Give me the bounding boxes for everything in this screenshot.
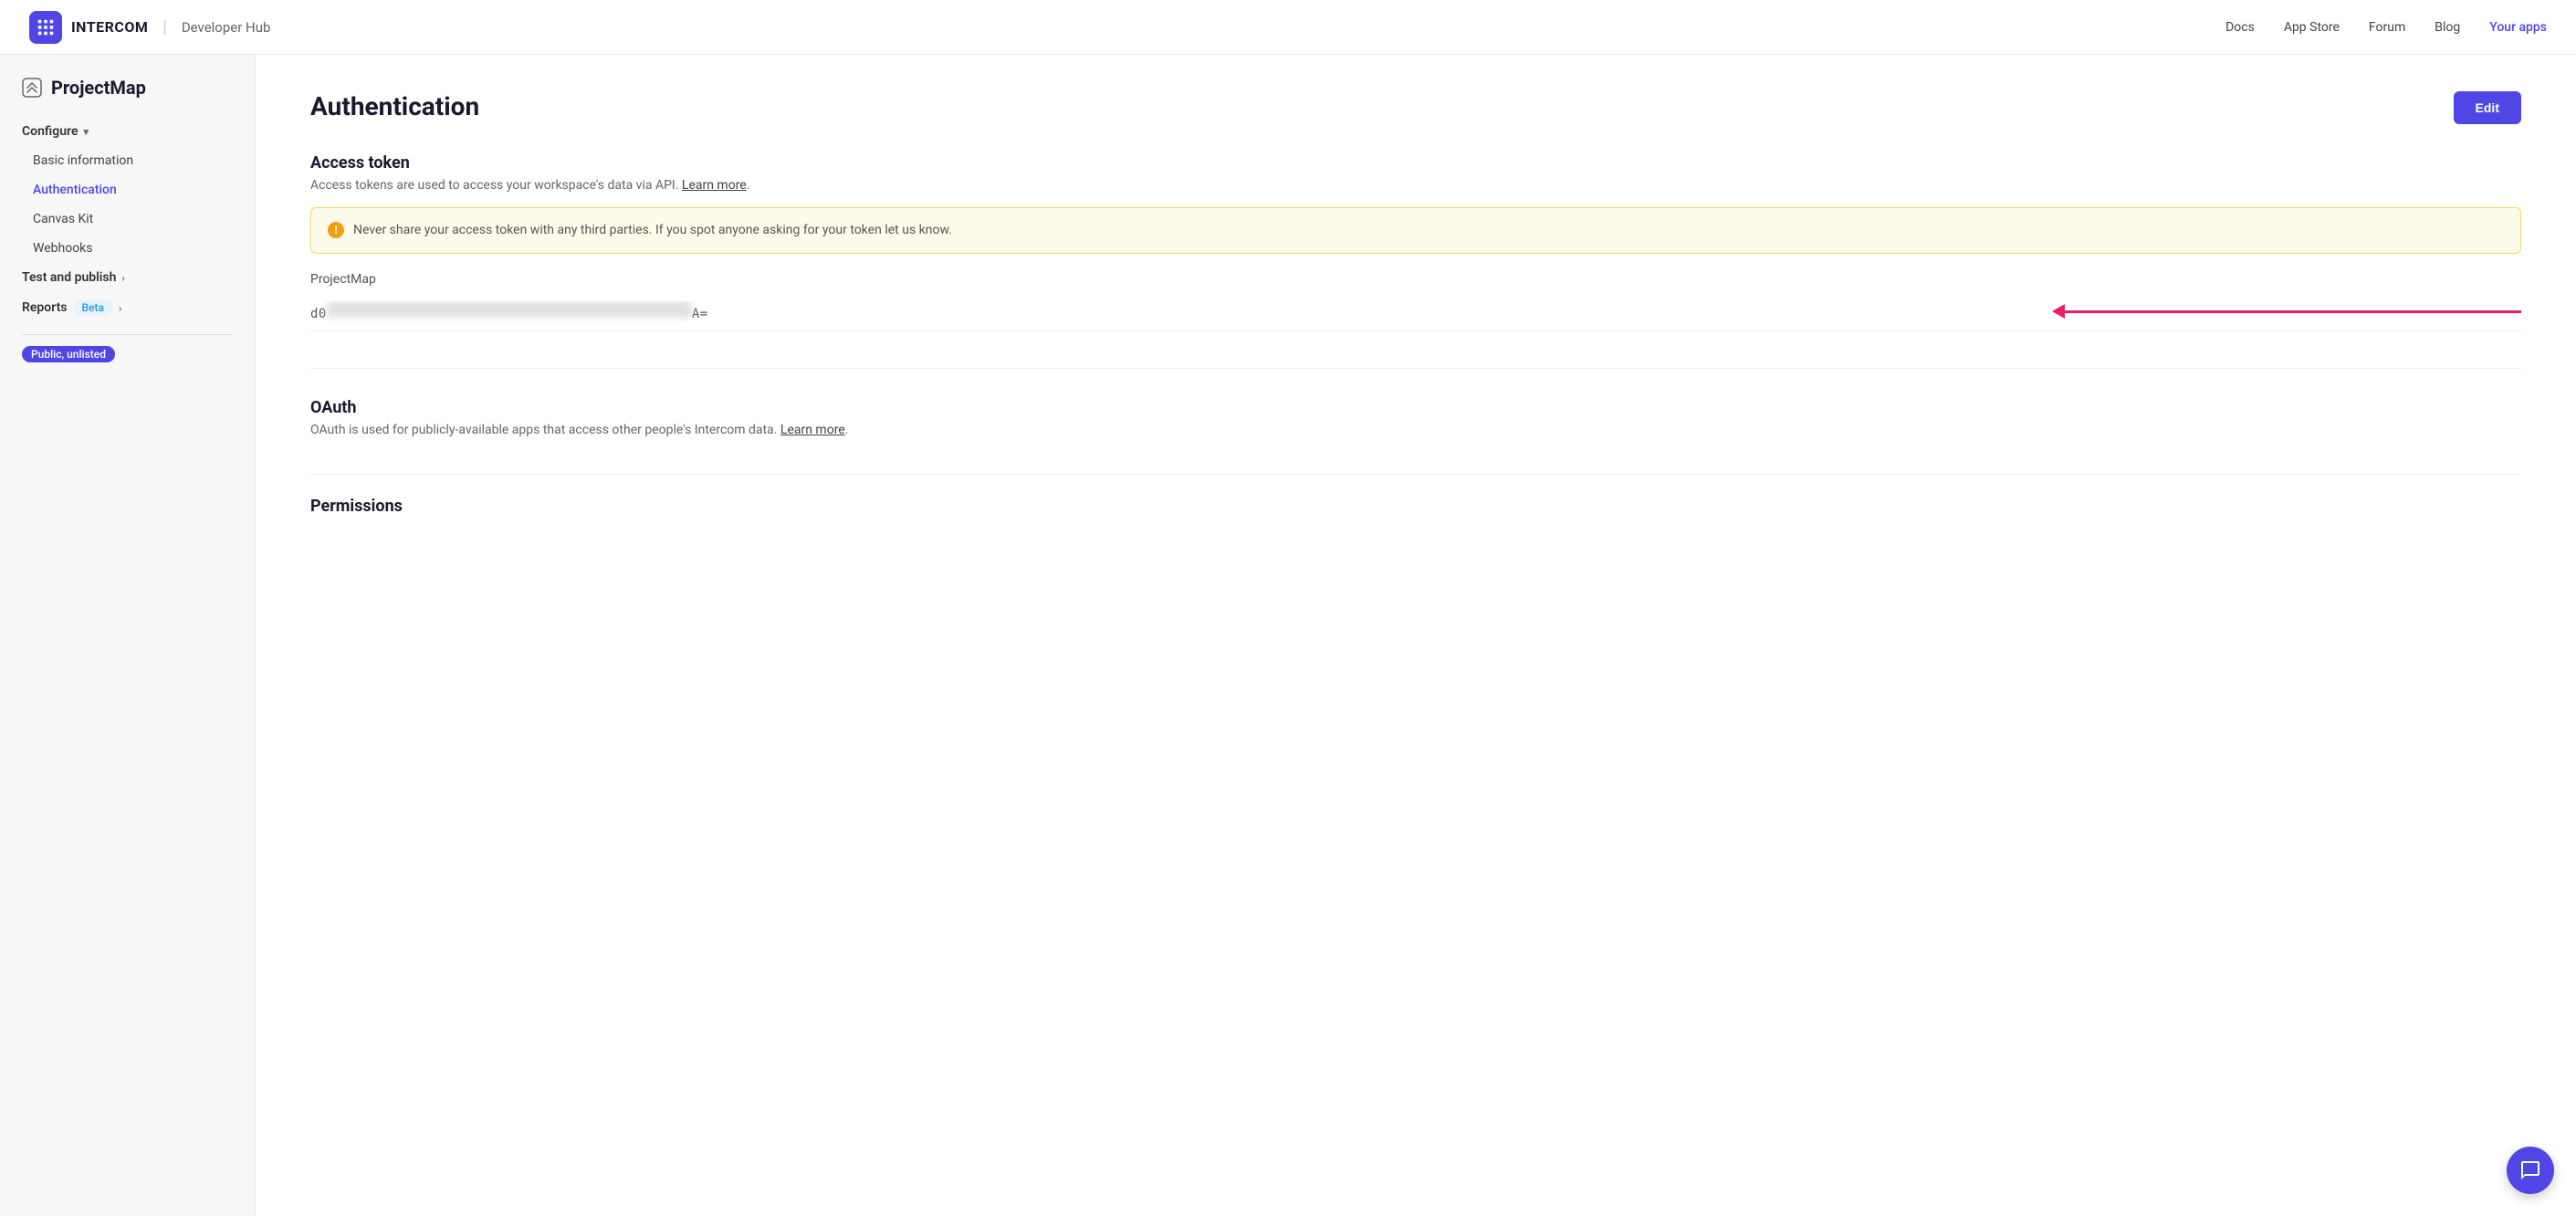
arrow-line: [2065, 310, 2521, 313]
token-suffix: A=: [692, 307, 708, 321]
public-status-badge[interactable]: Public, unlisted: [22, 346, 115, 362]
configure-label: Configure: [22, 124, 78, 139]
chat-button[interactable]: [2507, 1147, 2554, 1194]
warning-text: Never share your access token with any t…: [353, 221, 952, 240]
sidebar-item-canvas-kit[interactable]: Canvas Kit: [0, 204, 255, 234]
arrow-annotation: [2053, 304, 2521, 319]
configure-chevron: ▾: [83, 126, 89, 138]
page-layout: ProjectMap Configure ▾ Basic information…: [0, 55, 2576, 1216]
test-publish-section[interactable]: Test and publish ›: [0, 263, 255, 292]
reports-chevron: ›: [119, 302, 121, 314]
page-header: Authentication Edit: [310, 91, 2521, 124]
token-value: d0 A=: [310, 301, 2042, 321]
token-label: ProjectMap: [310, 272, 2521, 287]
sidebar-item-authentication[interactable]: Authentication: [0, 175, 255, 204]
logo-icon: [29, 11, 62, 44]
page-title: Authentication: [310, 91, 479, 121]
beta-badge: Beta: [73, 299, 113, 316]
oauth-section: OAuth OAuth is used for publicly-availab…: [310, 398, 2521, 437]
sidebar-divider: [22, 334, 233, 335]
nav-link-forum[interactable]: Forum: [2369, 20, 2405, 35]
app-name: ProjectMap: [51, 77, 146, 99]
token-row: d0 A=: [310, 292, 2521, 331]
reports-section[interactable]: Reports Beta ›: [0, 292, 255, 323]
intercom-logo: INTERCOM: [29, 11, 148, 44]
arrow-head: [2052, 304, 2065, 319]
access-token-learn-more[interactable]: Learn more: [682, 178, 747, 193]
top-nav-links: Docs App Store Forum Blog Your apps: [2225, 20, 2547, 35]
token-blurred-section: [327, 301, 692, 318]
nav-link-docs[interactable]: Docs: [2225, 20, 2255, 35]
nav-link-blog[interactable]: Blog: [2435, 20, 2460, 35]
nav-divider: |: [162, 17, 166, 37]
main-content: Authentication Edit Access token Access …: [256, 55, 2576, 1216]
app-title-icon: [22, 78, 42, 98]
token-prefix: d0: [310, 307, 327, 321]
access-token-desc: Access tokens are used to access your wo…: [310, 178, 2521, 193]
sidebar-item-webhooks[interactable]: Webhooks: [0, 234, 255, 263]
section-divider: [310, 368, 2521, 369]
nav-link-appstore[interactable]: App Store: [2284, 20, 2340, 35]
oauth-desc: OAuth is used for publicly-available app…: [310, 423, 2521, 437]
dev-hub-label: Developer Hub: [182, 19, 271, 36]
warning-banner: ! Never share your access token with any…: [310, 207, 2521, 254]
reports-label: Reports: [22, 300, 68, 315]
nav-link-yourapps[interactable]: Your apps: [2489, 20, 2547, 35]
app-title: ProjectMap: [0, 77, 255, 117]
sidebar: ProjectMap Configure ▾ Basic information…: [0, 55, 256, 1216]
sidebar-item-basic-info[interactable]: Basic information: [0, 146, 255, 175]
configure-section[interactable]: Configure ▾: [0, 117, 255, 146]
access-token-section: Access token Access tokens are used to a…: [310, 153, 2521, 331]
permissions-title: Permissions: [310, 497, 2521, 516]
logo-text: INTERCOM: [71, 18, 148, 36]
permissions-section: Permissions: [310, 474, 2521, 516]
logo-area: INTERCOM | Developer Hub: [29, 11, 270, 44]
oauth-title: OAuth: [310, 398, 2521, 417]
warning-icon: !: [328, 222, 344, 238]
top-navigation: INTERCOM | Developer Hub Docs App Store …: [0, 0, 2576, 55]
access-token-title: Access token: [310, 153, 2521, 173]
status-area: Public, unlisted: [0, 346, 255, 362]
test-publish-label: Test and publish: [22, 270, 116, 285]
edit-button[interactable]: Edit: [2454, 91, 2521, 124]
oauth-learn-more[interactable]: Learn more: [780, 423, 845, 437]
test-publish-chevron: ›: [121, 272, 124, 284]
